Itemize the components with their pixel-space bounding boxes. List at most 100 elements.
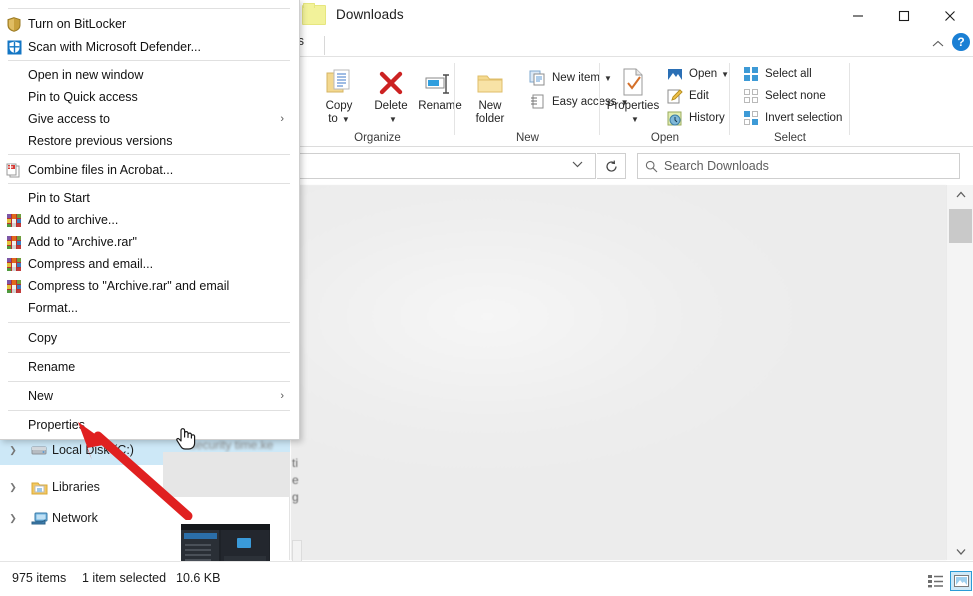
menu-item-label: Combine files in Acrobat... [28, 163, 174, 177]
scroll-down-icon[interactable] [947, 542, 973, 560]
select-all-icon [740, 65, 762, 83]
menu-item-turn-on-bitlocker[interactable]: Turn on BitLocker [0, 13, 298, 35]
refresh-icon[interactable] [597, 153, 626, 179]
menu-item-label: Add to "Archive.rar" [28, 235, 137, 249]
winrar-icon [0, 279, 28, 293]
menu-item-scan-with-defender[interactable]: Scan with Microsoft Defender... [0, 36, 298, 58]
copy-to-icon [324, 63, 354, 97]
chevron-down-icon[interactable]: ▼ [721, 70, 729, 79]
menu-item-new[interactable]: New › [0, 385, 298, 407]
history-label: History [689, 112, 725, 124]
menu-item-pin-to-quick-access[interactable]: Pin to Quick access [0, 86, 298, 108]
winrar-icon [0, 213, 28, 227]
scroll-up-icon[interactable] [947, 185, 973, 203]
menu-item-combine-files-in-acrobat[interactable]: Combine files in Acrobat... [0, 159, 298, 181]
ribbon-group-new: New folder New item ▼ Easy access ▼ New [455, 57, 628, 147]
address-bar[interactable] [296, 153, 596, 179]
properties-button[interactable]: Properties ▼ [602, 63, 664, 129]
help-icon[interactable]: ? [952, 33, 970, 51]
maximize-button[interactable] [881, 0, 927, 32]
menu-item-format[interactable]: Format... [0, 297, 298, 319]
menu-item-add-to-archive-rar[interactable]: Add to "Archive.rar" [0, 231, 298, 253]
window-title: Downloads [336, 7, 404, 22]
menu-separator [8, 183, 290, 184]
properties-label: Properties [606, 100, 660, 112]
invert-selection-button[interactable]: Invert selection [740, 107, 842, 129]
large-icons-view-button[interactable] [950, 571, 972, 591]
blurred-content [291, 185, 946, 560]
shield-blue-icon [0, 40, 28, 55]
close-button[interactable] [927, 0, 973, 32]
file-list-pane[interactable] [291, 185, 946, 560]
new-folder-label: New [478, 100, 502, 112]
menu-item-compress-and-email[interactable]: Compress and email... [0, 253, 298, 275]
menu-item-label: Rename [28, 360, 76, 374]
new-folder-label2: folder [475, 113, 505, 125]
new-folder-button[interactable]: New folder [461, 63, 519, 129]
ribbon-group-open: Properties ▼ Open ▼ Edit History Open [600, 57, 730, 147]
copy-to-button[interactable]: Copy to ▼ [310, 63, 368, 129]
menu-item-copy[interactable]: Copy [0, 327, 298, 349]
search-box[interactable]: Search Downloads [637, 153, 960, 179]
minimize-button[interactable] [835, 0, 881, 32]
preview-fragment-right: ti e g [292, 455, 299, 506]
rename-icon [424, 63, 456, 97]
menu-item-label: Add to archive... [28, 213, 119, 227]
select-all-button[interactable]: Select all [740, 63, 812, 85]
select-none-label: Select none [765, 90, 826, 102]
ribbon-group-select: Select all Select none Invert selection … [730, 57, 850, 147]
menu-separator [8, 322, 290, 323]
details-view-button[interactable] [925, 571, 947, 591]
chevron-down-icon[interactable]: ▼ [631, 113, 639, 126]
delete-icon [377, 63, 405, 97]
chevron-right-icon[interactable]: ❯ [0, 445, 26, 456]
open-button[interactable]: Open ▼ [664, 63, 729, 85]
status-selection: 1 item selected [82, 571, 167, 585]
menu-item-compress-to-archive-rar-and-email[interactable]: Compress to "Archive.rar" and email [0, 275, 298, 297]
menu-item-pin-to-start[interactable]: Pin to Start [0, 187, 298, 209]
easy-access-icon [527, 93, 549, 111]
history-button[interactable]: History [664, 107, 725, 129]
copy-to-label2: to [328, 113, 338, 125]
menu-item-add-to-archive[interactable]: Add to archive... [0, 209, 298, 231]
menu-item-open-in-new-window[interactable]: Open in new window [0, 64, 298, 86]
menu-item-give-access-to[interactable]: Give access to › [0, 108, 298, 130]
scrollbar-thumb[interactable] [949, 209, 972, 243]
search-input[interactable]: Search Downloads [664, 159, 769, 173]
select-none-icon [740, 87, 762, 105]
select-none-button[interactable]: Select none [740, 85, 826, 107]
shield-gold-icon [0, 16, 28, 32]
chevron-right-icon[interactable]: ❯ [0, 513, 26, 524]
search-icon [638, 160, 664, 173]
folder-icon [302, 3, 326, 25]
group-divider [849, 63, 850, 135]
menu-item-label: Pin to Start [28, 191, 90, 205]
menu-item-rename[interactable]: Rename [0, 356, 298, 378]
menu-item-label: Open in new window [28, 68, 144, 82]
chevron-down-icon[interactable] [572, 159, 583, 171]
menu-item-restore-previous-versions[interactable]: Restore previous versions [0, 130, 298, 152]
tab-divider [324, 36, 325, 55]
chevron-right-icon[interactable]: ❯ [0, 482, 26, 493]
acrobat-icon [0, 163, 28, 178]
menu-item-label: Compress and email... [28, 257, 154, 271]
chevron-up-icon[interactable] [928, 34, 948, 54]
edit-button[interactable]: Edit [664, 85, 709, 107]
ribbon-group-organize-label: Organize [354, 132, 401, 144]
ribbon-group-select-label: Select [774, 132, 806, 144]
menu-separator [8, 154, 290, 155]
open-icon [664, 65, 686, 83]
edit-label: Edit [689, 90, 709, 102]
vertical-scrollbar[interactable] [946, 185, 973, 560]
menu-item-label: New [28, 389, 54, 403]
invert-selection-label: Invert selection [765, 112, 843, 124]
chevron-right-icon: › [280, 390, 284, 402]
menu-item-label: Copy [28, 331, 58, 345]
menu-item-label: Turn on BitLocker [28, 17, 127, 31]
ribbon-group-organize: Copy to ▼ Delete ▼ Rename Organize [300, 57, 462, 147]
chevron-down-icon[interactable]: ▼ [342, 113, 350, 126]
menu-item-label: Restore previous versions [28, 134, 173, 148]
chevron-down-icon[interactable]: ▼ [389, 113, 397, 126]
status-bar: 975 items 1 item selected 10.6 KB [0, 561, 973, 596]
context-menu[interactable]: Turn on BitLocker Scan with Microsoft De… [0, 0, 300, 440]
